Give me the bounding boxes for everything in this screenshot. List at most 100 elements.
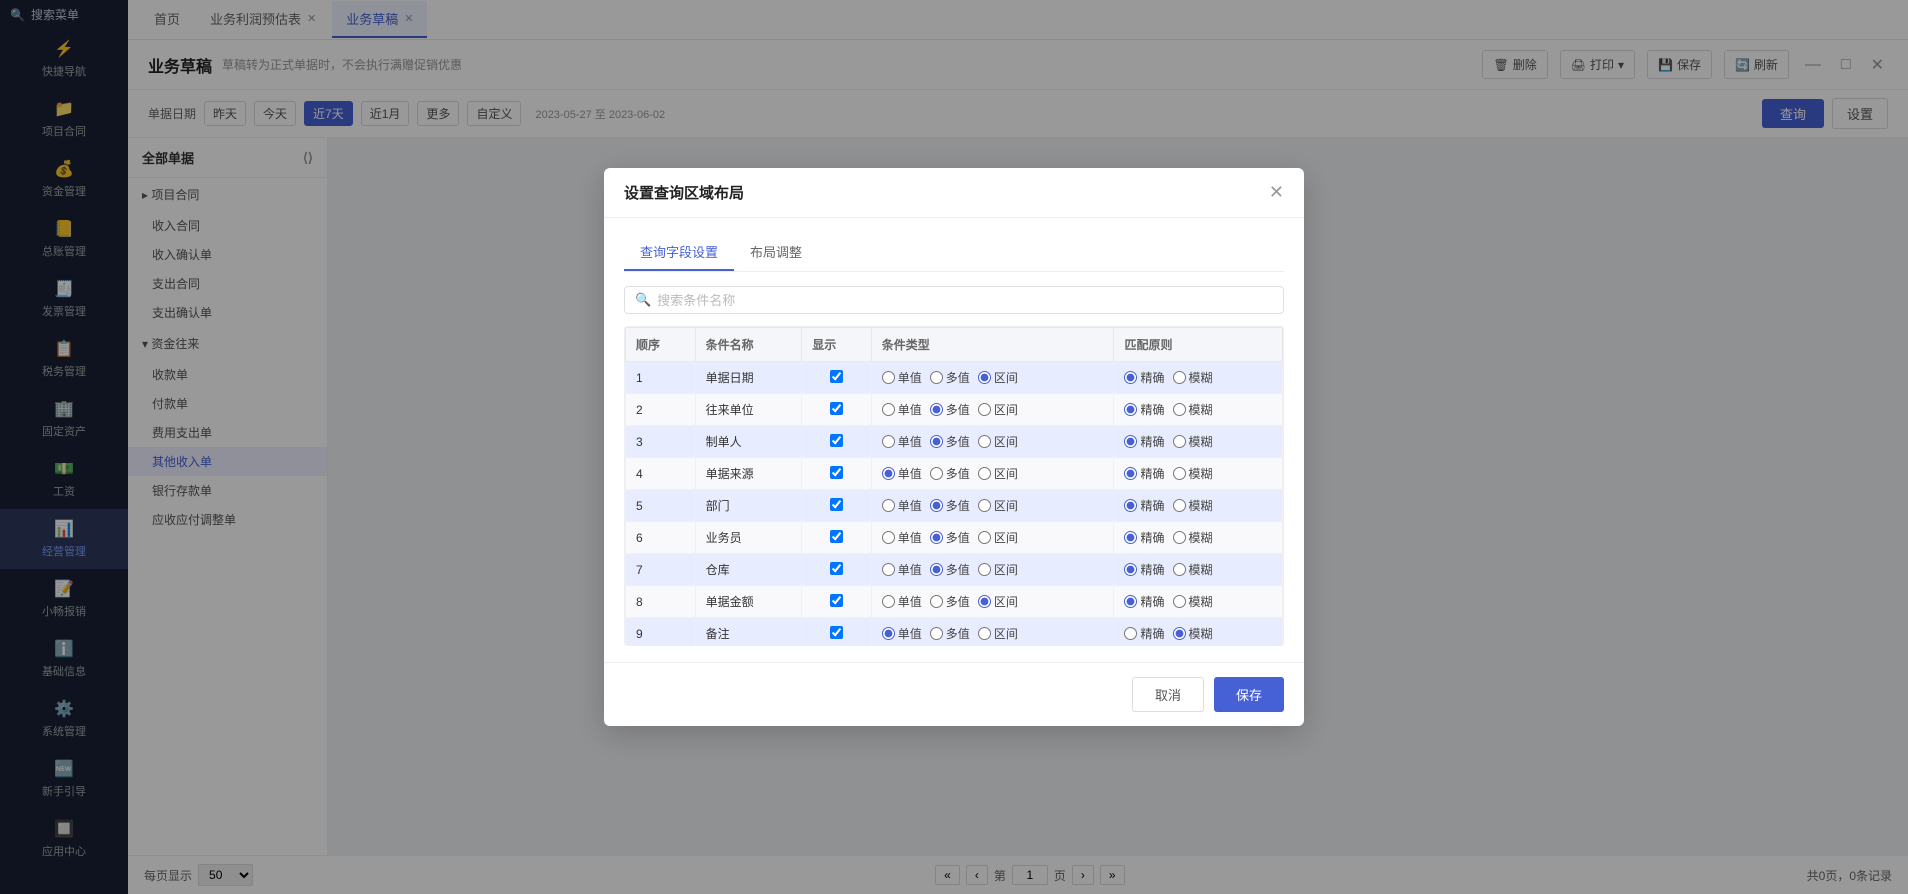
match-exact-label-7[interactable]: 精确: [1124, 593, 1164, 610]
type-multi-radio-8[interactable]: [930, 627, 943, 640]
match-fuzzy-radio-8[interactable]: [1173, 627, 1186, 640]
match-fuzzy-radio-5[interactable]: [1173, 531, 1186, 544]
type-range-label-1[interactable]: 区间: [978, 401, 1018, 418]
type-single-radio-4[interactable]: [882, 499, 895, 512]
type-single-label-1[interactable]: 单值: [882, 401, 922, 418]
modal-search-input[interactable]: [657, 293, 1273, 308]
type-single-radio-3[interactable]: [882, 467, 895, 480]
type-multi-label-8[interactable]: 多值: [930, 625, 970, 642]
match-fuzzy-label-2[interactable]: 模糊: [1173, 433, 1213, 450]
match-exact-label-1[interactable]: 精确: [1124, 401, 1164, 418]
match-exact-radio-4[interactable]: [1124, 499, 1137, 512]
type-range-label-3[interactable]: 区间: [978, 465, 1018, 482]
row-show-0[interactable]: [802, 362, 872, 394]
type-range-radio-7[interactable]: [978, 595, 991, 608]
type-single-label-6[interactable]: 单值: [882, 561, 922, 578]
type-single-label-7[interactable]: 单值: [882, 593, 922, 610]
type-multi-label-4[interactable]: 多值: [930, 497, 970, 514]
match-fuzzy-radio-2[interactable]: [1173, 435, 1186, 448]
type-single-label-2[interactable]: 单值: [882, 433, 922, 450]
type-multi-label-1[interactable]: 多值: [930, 401, 970, 418]
type-single-radio-2[interactable]: [882, 435, 895, 448]
modal-cancel-button[interactable]: 取消: [1132, 677, 1204, 712]
type-single-radio-7[interactable]: [882, 595, 895, 608]
type-multi-radio-7[interactable]: [930, 595, 943, 608]
match-fuzzy-label-1[interactable]: 模糊: [1173, 401, 1213, 418]
match-exact-radio-6[interactable]: [1124, 563, 1137, 576]
match-fuzzy-label-7[interactable]: 模糊: [1173, 593, 1213, 610]
type-range-radio-5[interactable]: [978, 531, 991, 544]
type-range-label-7[interactable]: 区间: [978, 593, 1018, 610]
match-fuzzy-label-0[interactable]: 模糊: [1173, 369, 1213, 386]
type-range-radio-8[interactable]: [978, 627, 991, 640]
type-range-label-0[interactable]: 区间: [978, 369, 1018, 386]
match-exact-label-6[interactable]: 精确: [1124, 561, 1164, 578]
match-fuzzy-label-3[interactable]: 模糊: [1173, 465, 1213, 482]
row-show-8[interactable]: [802, 618, 872, 647]
type-single-label-4[interactable]: 单值: [882, 497, 922, 514]
match-fuzzy-radio-7[interactable]: [1173, 595, 1186, 608]
modal-tab-layout[interactable]: 布局调整: [734, 234, 818, 271]
type-multi-label-3[interactable]: 多值: [930, 465, 970, 482]
type-range-radio-4[interactable]: [978, 499, 991, 512]
type-range-label-4[interactable]: 区间: [978, 497, 1018, 514]
show-checkbox-6[interactable]: [830, 562, 843, 575]
type-multi-radio-3[interactable]: [930, 467, 943, 480]
match-fuzzy-radio-3[interactable]: [1173, 467, 1186, 480]
type-multi-radio-4[interactable]: [930, 499, 943, 512]
row-show-2[interactable]: [802, 426, 872, 458]
match-exact-radio-7[interactable]: [1124, 595, 1137, 608]
type-multi-label-7[interactable]: 多值: [930, 593, 970, 610]
type-range-radio-6[interactable]: [978, 563, 991, 576]
type-single-radio-1[interactable]: [882, 403, 895, 416]
row-show-6[interactable]: [802, 554, 872, 586]
type-multi-radio-0[interactable]: [930, 371, 943, 384]
match-fuzzy-label-6[interactable]: 模糊: [1173, 561, 1213, 578]
match-fuzzy-radio-4[interactable]: [1173, 499, 1186, 512]
type-single-label-0[interactable]: 单值: [882, 369, 922, 386]
type-single-label-8[interactable]: 单值: [882, 625, 922, 642]
match-exact-radio-1[interactable]: [1124, 403, 1137, 416]
type-single-radio-8[interactable]: [882, 627, 895, 640]
type-range-radio-3[interactable]: [978, 467, 991, 480]
match-exact-label-8[interactable]: 精确: [1124, 625, 1164, 642]
modal-save-button[interactable]: 保存: [1214, 677, 1284, 712]
match-exact-label-4[interactable]: 精确: [1124, 497, 1164, 514]
match-fuzzy-label-5[interactable]: 模糊: [1173, 529, 1213, 546]
show-checkbox-4[interactable]: [830, 498, 843, 511]
match-exact-radio-2[interactable]: [1124, 435, 1137, 448]
type-single-radio-0[interactable]: [882, 371, 895, 384]
type-range-label-6[interactable]: 区间: [978, 561, 1018, 578]
match-exact-label-3[interactable]: 精确: [1124, 465, 1164, 482]
match-exact-label-0[interactable]: 精确: [1124, 369, 1164, 386]
type-single-label-5[interactable]: 单值: [882, 529, 922, 546]
row-show-3[interactable]: [802, 458, 872, 490]
match-exact-radio-0[interactable]: [1124, 371, 1137, 384]
match-exact-radio-3[interactable]: [1124, 467, 1137, 480]
row-show-7[interactable]: [802, 586, 872, 618]
type-range-radio-1[interactable]: [978, 403, 991, 416]
show-checkbox-5[interactable]: [830, 530, 843, 543]
type-single-label-3[interactable]: 单值: [882, 465, 922, 482]
modal-close-icon[interactable]: ✕: [1269, 182, 1284, 203]
type-multi-radio-2[interactable]: [930, 435, 943, 448]
type-single-radio-5[interactable]: [882, 531, 895, 544]
match-fuzzy-label-8[interactable]: 模糊: [1173, 625, 1213, 642]
type-range-label-8[interactable]: 区间: [978, 625, 1018, 642]
type-multi-label-0[interactable]: 多值: [930, 369, 970, 386]
modal-overlay[interactable]: 设置查询区域布局 ✕ 查询字段设置 布局调整 🔍 顺序 条: [0, 0, 1908, 894]
match-exact-label-5[interactable]: 精确: [1124, 529, 1164, 546]
type-range-label-5[interactable]: 区间: [978, 529, 1018, 546]
show-checkbox-8[interactable]: [830, 626, 843, 639]
match-exact-label-2[interactable]: 精确: [1124, 433, 1164, 450]
row-show-1[interactable]: [802, 394, 872, 426]
modal-tab-field-settings[interactable]: 查询字段设置: [624, 234, 734, 271]
type-multi-radio-5[interactable]: [930, 531, 943, 544]
type-single-radio-6[interactable]: [882, 563, 895, 576]
type-range-radio-2[interactable]: [978, 435, 991, 448]
match-exact-radio-5[interactable]: [1124, 531, 1137, 544]
row-show-4[interactable]: [802, 490, 872, 522]
show-checkbox-1[interactable]: [830, 402, 843, 415]
match-fuzzy-radio-0[interactable]: [1173, 371, 1186, 384]
row-show-5[interactable]: [802, 522, 872, 554]
